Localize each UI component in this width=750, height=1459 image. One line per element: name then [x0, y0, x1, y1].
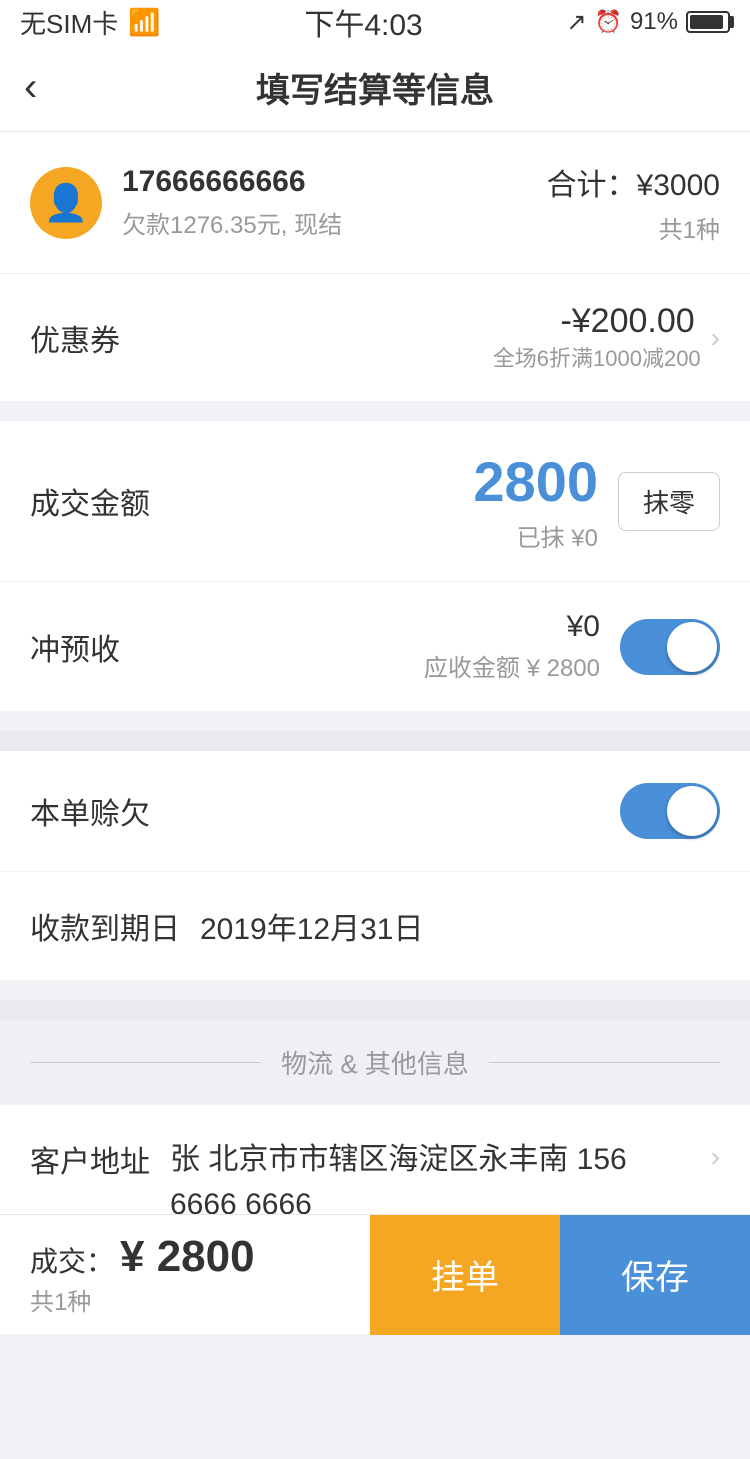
- amount-section: 成交金额 2800 已抹 ¥0 抹零 冲预收 ¥0 应收金额 ¥ 2800: [0, 421, 750, 711]
- coupon-description: 全场6折满1000减200: [493, 341, 701, 373]
- amount-label: 成交金额: [30, 479, 150, 523]
- amount-sub: 已抹 ¥0: [473, 518, 598, 553]
- customer-debt: 欠款1276.35元, 现结: [122, 205, 547, 240]
- prereceive-sub: 应收金额 ¥ 2800: [424, 648, 600, 683]
- coupon-row[interactable]: 优惠券 -¥200.00 全场6折满1000减200 ›: [0, 273, 750, 401]
- status-bar: 无SIM卡 📶 下午4:03 ↗ ⏰ 91%: [0, 0, 750, 44]
- avatar: 👤: [30, 167, 102, 239]
- nav-bar: ‹ 填写结算等信息: [0, 44, 750, 132]
- toggle-thumb: [667, 622, 717, 672]
- prereceive-label: 冲预收: [30, 625, 120, 669]
- coupon-label: 优惠券: [30, 316, 120, 360]
- customer-phone: 17666666666: [122, 165, 547, 199]
- debt-row: 本单赊欠: [0, 751, 750, 871]
- save-button[interactable]: 保存: [560, 1215, 750, 1335]
- avatar-icon: 👤: [44, 182, 89, 224]
- logistics-line-left: [30, 1062, 261, 1063]
- logistics-line-right: [489, 1062, 720, 1063]
- status-right: ↗ ⏰ 91%: [566, 8, 730, 37]
- coupon-text-wrap: -¥200.00 全场6折满1000减200: [493, 302, 701, 373]
- battery-percent: 91%: [630, 8, 678, 36]
- total-amount: 合计：¥3000: [547, 160, 720, 204]
- address-label: 客户地址: [30, 1137, 150, 1181]
- divider-2: [0, 1000, 750, 1020]
- alarm-icon: ⏰: [595, 9, 622, 35]
- location-icon: ↗: [566, 8, 586, 37]
- divider-1: [0, 731, 750, 751]
- due-date-value: 2019年12月31日: [200, 904, 423, 948]
- customer-section: 👤 17666666666 欠款1276.35元, 现结 合计：¥3000 共1…: [0, 132, 750, 401]
- customer-row: 👤 17666666666 欠款1276.35元, 现结 合计：¥3000 共1…: [0, 132, 750, 273]
- debt-toggle[interactable]: [620, 783, 720, 839]
- status-left: 无SIM卡 📶: [20, 4, 161, 41]
- amount-right: 2800 已抹 ¥0 抹零: [473, 449, 720, 553]
- coupon-chevron-icon: ›: [711, 322, 720, 354]
- footer-count: 共1种: [30, 1282, 340, 1317]
- due-date-row: 收款到期日 2019年12月31日: [0, 871, 750, 980]
- page-title: 填写结算等信息: [256, 63, 494, 112]
- coupon-right: -¥200.00 全场6折满1000减200 ›: [493, 302, 720, 373]
- logistics-header: 物流 & 其他信息: [0, 1020, 750, 1105]
- footer-amount: ¥ 2800: [120, 1232, 255, 1282]
- debt-section: 本单赊欠 收款到期日 2019年12月31日: [0, 751, 750, 980]
- wifi-icon: 📶: [128, 7, 160, 38]
- customer-total: 合计：¥3000 共1种: [547, 160, 720, 245]
- hang-button[interactable]: 挂单: [370, 1215, 560, 1335]
- prereceive-row: 冲预收 ¥0 应收金额 ¥ 2800: [0, 582, 750, 711]
- round-zero-button[interactable]: 抹零: [618, 472, 720, 531]
- prereceive-toggle[interactable]: [620, 619, 720, 675]
- total-count: 共1种: [547, 210, 720, 245]
- amount-row: 成交金额 2800 已抹 ¥0 抹零: [0, 421, 750, 582]
- debt-toggle-thumb: [667, 786, 717, 836]
- due-date-label: 收款到期日: [30, 904, 180, 948]
- battery-icon: [686, 11, 730, 33]
- carrier-text: 无SIM卡: [20, 4, 118, 41]
- prereceive-right: ¥0 应收金额 ¥ 2800: [424, 610, 720, 683]
- customer-info: 17666666666 欠款1276.35元, 现结: [122, 165, 547, 240]
- status-time: 下午4:03: [304, 0, 422, 44]
- footer: 成交： ¥ 2800 共1种 挂单 保存: [0, 1214, 750, 1334]
- coupon-discount: -¥200.00: [560, 302, 694, 340]
- address-chevron-icon: ›: [711, 1137, 720, 1173]
- debt-label: 本单赊欠: [30, 789, 150, 833]
- logistics-title: 物流 & 其他信息: [261, 1044, 489, 1081]
- footer-info: 成交： ¥ 2800 共1种: [0, 1232, 370, 1317]
- amount-value-wrap: 2800 已抹 ¥0: [473, 449, 598, 553]
- footer-transaction-label: 成交：: [30, 1240, 114, 1280]
- back-button[interactable]: ‹: [24, 65, 37, 110]
- amount-value: 2800: [473, 449, 598, 514]
- prereceive-amounts: ¥0 应收金额 ¥ 2800: [424, 610, 600, 683]
- prereceive-amount: ¥0: [424, 610, 600, 644]
